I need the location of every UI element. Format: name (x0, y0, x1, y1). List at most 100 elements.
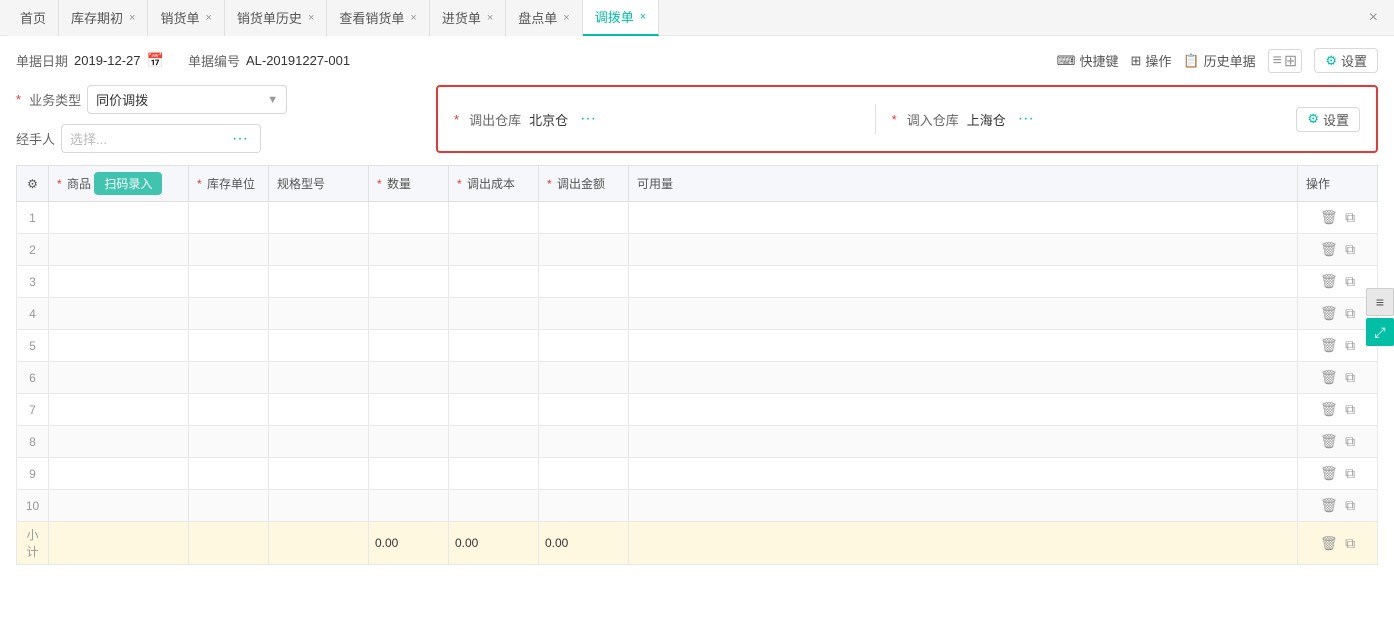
cell-qty-11[interactable]: 0.00 (369, 522, 449, 565)
cell-amount-11[interactable]: 0.00 (539, 522, 629, 565)
cell-avail-9[interactable] (629, 458, 1298, 490)
warehouse-settings-button[interactable]: ⚙ 设置 (1296, 107, 1360, 132)
cell-qty-4[interactable] (369, 298, 449, 330)
history-button[interactable]: 📋 历史单据 (1183, 51, 1255, 70)
cell-unit-3[interactable] (189, 266, 269, 298)
cell-spec-8[interactable] (269, 426, 369, 458)
handler-more-icon[interactable]: ··· (228, 130, 252, 148)
cell-product-1[interactable] (49, 202, 189, 234)
cell-amount-5[interactable] (539, 330, 629, 362)
table-scroll-area[interactable]: ⚙ * 商品 扫码录入 * 库存单位 规格型号 (16, 165, 1378, 565)
cell-qty-9[interactable] (369, 458, 449, 490)
tab-home[interactable]: 首页 (8, 0, 59, 36)
copy-row-7[interactable]: ⧉ (1343, 399, 1357, 420)
cell-unit-7[interactable] (189, 394, 269, 426)
tab-sales-history[interactable]: 销货单历史 × (225, 0, 327, 36)
cell-unit-10[interactable] (189, 490, 269, 522)
cell-avail-5[interactable] (629, 330, 1298, 362)
cell-product-3[interactable] (49, 266, 189, 298)
cell-cost-4[interactable] (449, 298, 539, 330)
cell-qty-1[interactable] (369, 202, 449, 234)
tab-purchase[interactable]: 进货单 × (430, 0, 506, 36)
copy-row-8[interactable]: ⧉ (1343, 431, 1357, 452)
cell-unit-6[interactable] (189, 362, 269, 394)
cell-amount-3[interactable] (539, 266, 629, 298)
copy-row-1[interactable]: ⧉ (1343, 207, 1357, 228)
tab-transfer[interactable]: 调拨单 × (583, 0, 659, 36)
scan-button[interactable]: 扫码录入 (94, 172, 162, 195)
tab-view-sales[interactable]: 查看销货单 × (327, 0, 429, 36)
copy-row-5[interactable]: ⧉ (1343, 335, 1357, 356)
delete-row-9[interactable]: 🗑 (1318, 463, 1340, 484)
calendar-icon[interactable]: 📅 (147, 52, 164, 69)
sidebar-expand-button[interactable]: ⤢ (1366, 318, 1394, 346)
cell-unit-2[interactable] (189, 234, 269, 266)
cell-product-2[interactable] (49, 234, 189, 266)
cell-cost-1[interactable] (449, 202, 539, 234)
cell-spec-10[interactable] (269, 490, 369, 522)
delete-row-3[interactable]: 🗑 (1318, 271, 1340, 292)
cell-cost-3[interactable] (449, 266, 539, 298)
cell-qty-7[interactable] (369, 394, 449, 426)
tab-inventory-init[interactable]: 库存期初 × (59, 0, 148, 36)
cell-cost-7[interactable] (449, 394, 539, 426)
cell-amount-2[interactable] (539, 234, 629, 266)
cell-product-11[interactable] (49, 522, 189, 565)
cell-product-10[interactable] (49, 490, 189, 522)
close-all-tabs[interactable]: × (1361, 9, 1386, 27)
delete-row-11[interactable]: 🗑 (1318, 533, 1340, 554)
cell-amount-9[interactable] (539, 458, 629, 490)
cell-spec-7[interactable] (269, 394, 369, 426)
operation-button[interactable]: ⊞ 操作 (1130, 51, 1171, 70)
settings-button[interactable]: ⚙ 设置 (1314, 48, 1378, 73)
cell-product-5[interactable] (49, 330, 189, 362)
cell-cost-6[interactable] (449, 362, 539, 394)
cell-spec-3[interactable] (269, 266, 369, 298)
delete-row-2[interactable]: 🗑 (1318, 239, 1340, 260)
copy-row-11[interactable]: ⧉ (1343, 533, 1357, 554)
delete-row-8[interactable]: 🗑 (1318, 431, 1340, 452)
cell-spec-4[interactable] (269, 298, 369, 330)
cell-unit-5[interactable] (189, 330, 269, 362)
cell-avail-6[interactable] (629, 362, 1298, 394)
cell-qty-8[interactable] (369, 426, 449, 458)
copy-row-3[interactable]: ⧉ (1343, 271, 1357, 292)
cell-product-4[interactable] (49, 298, 189, 330)
cell-avail-11[interactable] (629, 522, 1298, 565)
th-gear[interactable]: ⚙ (17, 166, 49, 202)
cell-unit-4[interactable] (189, 298, 269, 330)
cell-cost-10[interactable] (449, 490, 539, 522)
cell-cost-5[interactable] (449, 330, 539, 362)
column-settings-icon[interactable]: ⚙ (27, 177, 38, 191)
cell-amount-6[interactable] (539, 362, 629, 394)
delete-row-5[interactable]: 🗑 (1318, 335, 1340, 356)
in-warehouse-more-icon[interactable]: ··· (1014, 110, 1038, 128)
delete-row-4[interactable]: 🗑 (1318, 303, 1340, 324)
copy-row-2[interactable]: ⧉ (1343, 239, 1357, 260)
cell-cost-11[interactable]: 0.00 (449, 522, 539, 565)
delete-row-10[interactable]: 🗑 (1318, 495, 1340, 516)
close-tab-purchase[interactable]: × (487, 12, 493, 24)
cell-amount-4[interactable] (539, 298, 629, 330)
sidebar-list-button[interactable]: ≡ (1366, 288, 1394, 316)
delete-row-6[interactable]: 🗑 (1318, 367, 1340, 388)
cell-avail-4[interactable] (629, 298, 1298, 330)
cell-cost-8[interactable] (449, 426, 539, 458)
copy-row-10[interactable]: ⧉ (1343, 495, 1357, 516)
cell-spec-5[interactable] (269, 330, 369, 362)
cell-spec-11[interactable] (269, 522, 369, 565)
shortcut-button[interactable]: ⌨ 快捷键 (1057, 51, 1119, 70)
view-toggle[interactable]: ≡ ⊞ (1268, 49, 1303, 73)
cell-avail-10[interactable] (629, 490, 1298, 522)
cell-spec-9[interactable] (269, 458, 369, 490)
cell-avail-1[interactable] (629, 202, 1298, 234)
cell-amount-1[interactable] (539, 202, 629, 234)
cell-unit-8[interactable] (189, 426, 269, 458)
cell-qty-10[interactable] (369, 490, 449, 522)
close-tab-view-sales[interactable]: × (410, 12, 416, 24)
cell-unit-1[interactable] (189, 202, 269, 234)
cell-cost-9[interactable] (449, 458, 539, 490)
close-tab-transfer[interactable]: × (640, 11, 646, 23)
close-tab-sales-order[interactable]: × (205, 12, 211, 24)
biz-type-select[interactable]: 同价调拨 ▼ (87, 85, 287, 114)
